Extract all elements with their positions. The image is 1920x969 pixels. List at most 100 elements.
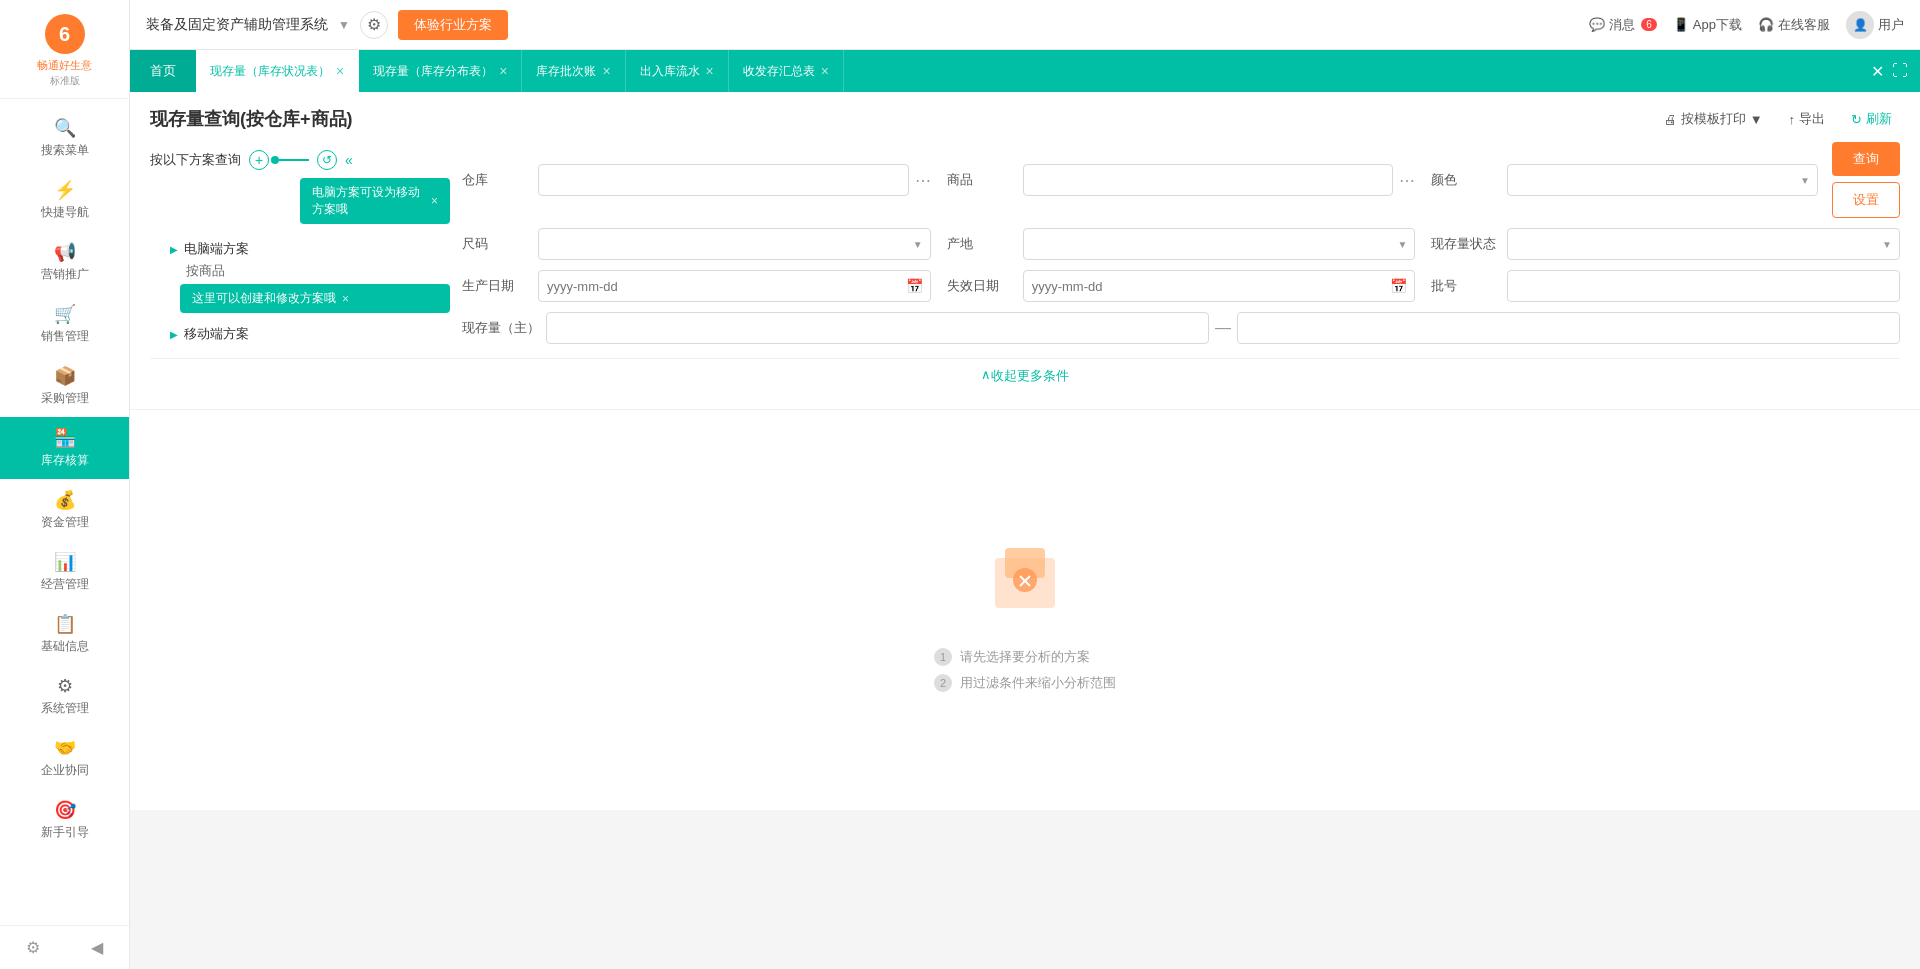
tab-home[interactable]: 首页 <box>130 50 196 92</box>
online-support-item[interactable]: 🎧 在线客服 <box>1758 16 1830 34</box>
phone-icon: 📱 <box>1673 17 1689 32</box>
system-icon: ⚙ <box>54 675 76 697</box>
filter-label: 按以下方案查询 <box>150 151 241 169</box>
collapse-button[interactable]: ∧ 收起更多条件 <box>150 358 1900 393</box>
version-tag: 标准版 <box>50 74 80 88</box>
top-header: 装备及固定资产辅助管理系统 ▼ ⚙ 体验行业方案 💬 消息 6 📱 App下载 … <box>130 0 1920 50</box>
purchase-icon: 📦 <box>54 365 76 387</box>
color-select[interactable] <box>1507 164 1818 196</box>
sidebar-item-search[interactable]: 🔍 搜索菜单 <box>0 107 129 169</box>
sidebar-item-management[interactable]: 📊 经营管理 <box>0 541 129 603</box>
export-button[interactable]: ↑ 导出 <box>1781 106 1834 132</box>
tab-inventory-status[interactable]: 现存量（库存状况表） × <box>196 50 359 92</box>
company-name: 畅通好生意 <box>37 58 92 72</box>
sidebar-item-sales[interactable]: 🛒 销售管理 <box>0 293 129 355</box>
tab-close-batch-ledger[interactable]: × <box>602 63 610 79</box>
user-item[interactable]: 👤 用户 <box>1846 11 1904 39</box>
sidebar-item-marketing[interactable]: 📢 营销推广 <box>0 231 129 293</box>
tab-summary[interactable]: 收发存汇总表 × <box>729 50 844 92</box>
page-actions: 🖨 按模板打印 ▼ ↑ 导出 ↻ 刷新 <box>1656 106 1900 132</box>
sidebar-item-guide[interactable]: 🎯 新手引导 <box>0 789 129 851</box>
main-area: 装备及固定资产辅助管理系统 ▼ ⚙ 体验行业方案 💬 消息 6 📱 App下载 … <box>130 0 1920 969</box>
sidebar-item-inventory[interactable]: 🏪 库存核算 <box>0 417 129 479</box>
sidebar-item-system[interactable]: ⚙ 系统管理 <box>0 665 129 727</box>
stock-main-input-to[interactable] <box>1237 312 1900 344</box>
sidebar-item-quick-nav-label: 快捷导航 <box>41 204 89 221</box>
settings-button[interactable]: ⚙ <box>360 11 388 39</box>
stock-main-input-from[interactable] <box>546 312 1209 344</box>
tab-in-out-flow[interactable]: 出入库流水 × <box>626 50 729 92</box>
empty-step-1: 1 请先选择要分析的方案 <box>934 648 1116 666</box>
production-date-input[interactable] <box>538 270 931 302</box>
tab-inventory-dist[interactable]: 现存量（库存分布表） × <box>359 50 522 92</box>
origin-chevron-icon: ▼ <box>1397 239 1407 250</box>
origin-select[interactable] <box>1023 228 1416 260</box>
page-title: 现存量查询(按仓库+商品) <box>150 107 353 131</box>
system-name: 装备及固定资产辅助管理系统 <box>146 16 328 34</box>
settings-bottom-icon[interactable]: ⚙ <box>26 938 40 957</box>
refresh-label: 刷新 <box>1866 110 1892 128</box>
tab-fullscreen-icon[interactable]: ⛶ <box>1892 62 1908 80</box>
filter-back-button[interactable]: « <box>345 152 353 168</box>
system-dropdown-icon[interactable]: ▼ <box>338 18 350 32</box>
filter-header: 按以下方案查询 + ↺ « <box>150 142 450 178</box>
warehouse-dots[interactable]: ⋯ <box>915 171 931 190</box>
set-button[interactable]: 设置 <box>1832 182 1900 218</box>
connector-line-1 <box>279 159 309 161</box>
production-date-label: 生产日期 <box>462 277 532 295</box>
sidebar-item-quick-nav[interactable]: ⚡ 快捷导航 <box>0 169 129 231</box>
tooltip2-close[interactable]: × <box>342 292 349 306</box>
scheme-sub-label: 按商品 <box>186 263 225 278</box>
scheme-sub-item[interactable]: 按商品 <box>150 262 450 284</box>
sidebar-item-purchase[interactable]: 📦 采购管理 <box>0 355 129 417</box>
app-download-item[interactable]: 📱 App下载 <box>1673 16 1742 34</box>
goods-label: 商品 <box>947 171 1017 189</box>
filter-add-button[interactable]: + <box>249 150 269 170</box>
filter-batch: 批号 <box>1431 270 1900 302</box>
collapse-sidebar-icon[interactable]: ◀ <box>91 938 103 957</box>
page-header: 现存量查询(按仓库+商品) 🖨 按模板打印 ▼ ↑ 导出 ↻ 刷新 <box>130 92 1920 142</box>
tab-close-inventory-status[interactable]: × <box>336 63 344 79</box>
base-info-icon: 📋 <box>54 613 76 635</box>
tab-batch-ledger[interactable]: 库存批次账 × <box>522 50 625 92</box>
tab-close-in-out-flow[interactable]: × <box>706 63 714 79</box>
sidebar-item-base-info[interactable]: 📋 基础信息 <box>0 603 129 665</box>
size-select[interactable] <box>538 228 931 260</box>
app-download-label: App下载 <box>1693 16 1742 34</box>
tab-home-label: 首页 <box>150 62 176 80</box>
user-avatar: 👤 <box>1846 11 1874 39</box>
sidebar-item-finance[interactable]: 💰 资金管理 <box>0 479 129 541</box>
range-separator: — <box>1215 319 1231 337</box>
inventory-icon: 🏪 <box>54 427 76 449</box>
batch-input[interactable] <box>1507 270 1900 302</box>
tooltip1-close[interactable]: × <box>431 194 438 208</box>
logo-area: 6 畅通好生意 标准版 <box>0 0 129 99</box>
collab-icon: 🤝 <box>54 737 76 759</box>
search-button[interactable]: 查询 <box>1832 142 1900 176</box>
stock-status-select[interactable] <box>1507 228 1900 260</box>
scheme-item-desktop[interactable]: ▶ 电脑端方案 <box>150 236 450 262</box>
expiry-date-input[interactable] <box>1023 270 1416 302</box>
tab-close-inventory-dist[interactable]: × <box>499 63 507 79</box>
messages-item[interactable]: 💬 消息 6 <box>1589 16 1657 34</box>
refresh-icon: ↻ <box>1851 112 1862 127</box>
refresh-button[interactable]: ↻ 刷新 <box>1843 106 1900 132</box>
filter-refresh-button[interactable]: ↺ <box>317 150 337 170</box>
sidebar-nav: 🔍 搜索菜单 ⚡ 快捷导航 📢 营销推广 🛒 销售管理 📦 采购管理 🏪 库存核… <box>0 99 129 925</box>
goods-dots[interactable]: ⋯ <box>1399 171 1415 190</box>
goods-input[interactable] <box>1023 164 1394 196</box>
print-button[interactable]: 🖨 按模板打印 ▼ <box>1656 106 1771 132</box>
scheme-mobile-label: 移动端方案 <box>184 325 249 343</box>
expiry-date-label: 失效日期 <box>947 277 1017 295</box>
tab-close-summary[interactable]: × <box>821 63 829 79</box>
warehouse-input[interactable] <box>538 164 909 196</box>
user-label: 用户 <box>1878 16 1904 34</box>
tab-close-all-icon[interactable]: ✕ <box>1871 62 1884 81</box>
sidebar-item-search-label: 搜索菜单 <box>41 142 89 159</box>
scheme-item-mobile[interactable]: ▶ 移动端方案 <box>150 321 450 347</box>
page-content: 现存量查询(按仓库+商品) 🖨 按模板打印 ▼ ↑ 导出 ↻ 刷新 <box>130 92 1920 969</box>
empty-state: 1 请先选择要分析的方案 2 用过滤条件来缩小分析范围 <box>130 410 1920 810</box>
sidebar-item-collab[interactable]: 🤝 企业协同 <box>0 727 129 789</box>
trial-button[interactable]: 体验行业方案 <box>398 10 508 40</box>
tab-bar-right: ✕ ⛶ <box>1871 50 1920 92</box>
